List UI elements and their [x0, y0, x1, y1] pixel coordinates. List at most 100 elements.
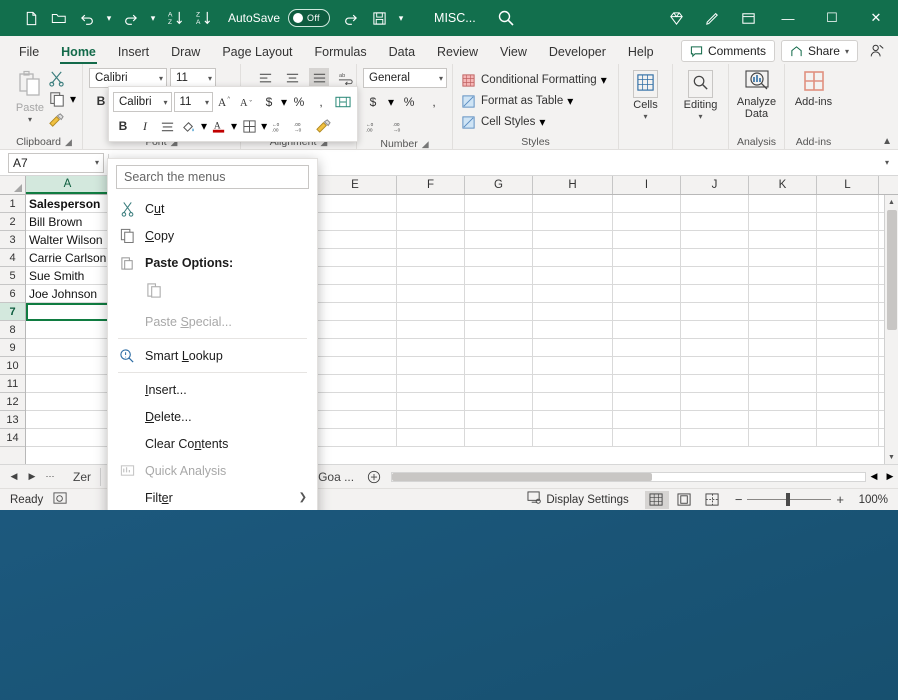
mini-increase-decimal-icon[interactable]: ←0.00 [269, 116, 289, 136]
search-the-menus-input[interactable]: Search the menus [116, 165, 309, 189]
column-header-G[interactable]: G [465, 176, 533, 194]
column-header-H[interactable]: H [533, 176, 613, 194]
cell-H3[interactable] [533, 231, 613, 249]
mini-font-color-dropdown-icon[interactable]: ▾ [231, 119, 237, 133]
mini-fill-color-dropdown-icon[interactable]: ▾ [201, 119, 207, 133]
cell-A8[interactable] [26, 321, 110, 339]
cell-F3[interactable] [397, 231, 465, 249]
tab-page-layout[interactable]: Page Layout [211, 42, 303, 64]
cell-I1[interactable] [613, 195, 681, 213]
cell-styles-dropdown-icon[interactable]: ▾ [539, 115, 545, 129]
number-format-combo[interactable]: General▾ [363, 68, 447, 88]
column-header-F[interactable]: F [397, 176, 465, 194]
mini-comma-icon[interactable]: , [311, 92, 331, 112]
add-sheet-button[interactable] [363, 468, 385, 486]
redo-icon[interactable] [118, 5, 144, 31]
cell-H4[interactable] [533, 249, 613, 267]
cell-H5[interactable] [533, 267, 613, 285]
cell-styles-button[interactable]: Cell Styles ▾ [459, 113, 607, 131]
cell-G7[interactable] [465, 303, 533, 321]
cell-F12[interactable] [397, 393, 465, 411]
normal-view-icon[interactable] [645, 491, 669, 509]
cell-G1[interactable] [465, 195, 533, 213]
tab-home[interactable]: Home [50, 42, 107, 64]
cell-K14[interactable] [749, 429, 817, 447]
font-name-dropdown-icon[interactable]: ▾ [159, 74, 163, 83]
person-add-icon[interactable] [864, 40, 890, 62]
cell-J5[interactable] [681, 267, 749, 285]
cell-I3[interactable] [613, 231, 681, 249]
zoom-slider-thumb[interactable] [786, 493, 790, 506]
cell-E8[interactable] [314, 321, 397, 339]
name-box[interactable]: A7 ▾ [8, 153, 104, 173]
cell-H9[interactable] [533, 339, 613, 357]
font-size-dropdown-icon[interactable]: ▾ [208, 74, 212, 83]
cell-J4[interactable] [681, 249, 749, 267]
cell-I5[interactable] [613, 267, 681, 285]
cell-K3[interactable] [749, 231, 817, 249]
row-header-11[interactable]: 11 [0, 375, 25, 393]
cell-G13[interactable] [465, 411, 533, 429]
align-center-icon[interactable] [282, 68, 302, 88]
comma-style-icon[interactable]: , [424, 92, 444, 112]
cell-K11[interactable] [749, 375, 817, 393]
cell-L14[interactable] [817, 429, 879, 447]
cell-K13[interactable] [749, 411, 817, 429]
sheet-tab-zer[interactable]: Zer [64, 468, 101, 486]
row-header-8[interactable]: 8 [0, 321, 25, 339]
cell-J6[interactable] [681, 285, 749, 303]
row-header-3[interactable]: 3 [0, 231, 25, 249]
cell-I4[interactable] [613, 249, 681, 267]
customize-qat-icon[interactable]: ▾ [394, 13, 408, 24]
cell-A10[interactable] [26, 357, 110, 375]
diamond-icon[interactable] [658, 0, 694, 36]
cell-G9[interactable] [465, 339, 533, 357]
mini-borders-dropdown-icon[interactable]: ▾ [261, 119, 267, 133]
undo-icon[interactable] [74, 5, 100, 31]
share-dropdown-icon[interactable]: ▾ [845, 47, 849, 56]
tab-help[interactable]: Help [617, 42, 665, 64]
cell-A2[interactable]: Bill Brown [26, 213, 110, 231]
cell-K8[interactable] [749, 321, 817, 339]
tab-formulas[interactable]: Formulas [304, 42, 378, 64]
cell-G6[interactable] [465, 285, 533, 303]
cell-A5[interactable]: Sue Smith [26, 267, 110, 285]
cell-L5[interactable] [817, 267, 879, 285]
editing-button[interactable]: Editing ▾ [679, 68, 722, 121]
cell-J8[interactable] [681, 321, 749, 339]
row-header-6[interactable]: 6 [0, 285, 25, 303]
cell-G8[interactable] [465, 321, 533, 339]
share-button[interactable]: Share ▾ [781, 40, 858, 62]
column-header-K[interactable]: K [749, 176, 817, 194]
cell-J14[interactable] [681, 429, 749, 447]
number-dialog-launcher-icon[interactable]: ◢ [422, 136, 429, 152]
cells-dropdown-icon[interactable]: ▾ [643, 112, 647, 121]
cell-A13[interactable] [26, 411, 110, 429]
cell-K4[interactable] [749, 249, 817, 267]
cells-button[interactable]: Cells ▾ [625, 68, 666, 121]
autosave-toggle[interactable]: Off [288, 9, 330, 27]
cell-L12[interactable] [817, 393, 879, 411]
redo-dropdown-icon[interactable]: ▾ [146, 13, 160, 24]
hscroll-left-icon[interactable]: ◀ [866, 468, 882, 486]
copy-icon[interactable] [48, 90, 66, 108]
cell-H1[interactable] [533, 195, 613, 213]
mini-align-icon[interactable] [157, 116, 177, 136]
context-menu-item-insert[interactable]: Insert... [108, 376, 317, 403]
repeat-icon[interactable] [338, 5, 364, 31]
sheet-prev-icon[interactable]: ◀ [6, 468, 22, 486]
currency-icon[interactable]: $ [363, 92, 383, 112]
cell-K12[interactable] [749, 393, 817, 411]
cell-H2[interactable] [533, 213, 613, 231]
cell-E11[interactable] [314, 375, 397, 393]
cell-A3[interactable]: Walter Wilson [26, 231, 110, 249]
row-header-9[interactable]: 9 [0, 339, 25, 357]
cell-G3[interactable] [465, 231, 533, 249]
cell-I9[interactable] [613, 339, 681, 357]
cell-J13[interactable] [681, 411, 749, 429]
page-break-view-icon[interactable] [701, 491, 725, 509]
sheet-next-icon[interactable]: ▶ [24, 468, 40, 486]
cell-F4[interactable] [397, 249, 465, 267]
cell-I6[interactable] [613, 285, 681, 303]
cell-E12[interactable] [314, 393, 397, 411]
